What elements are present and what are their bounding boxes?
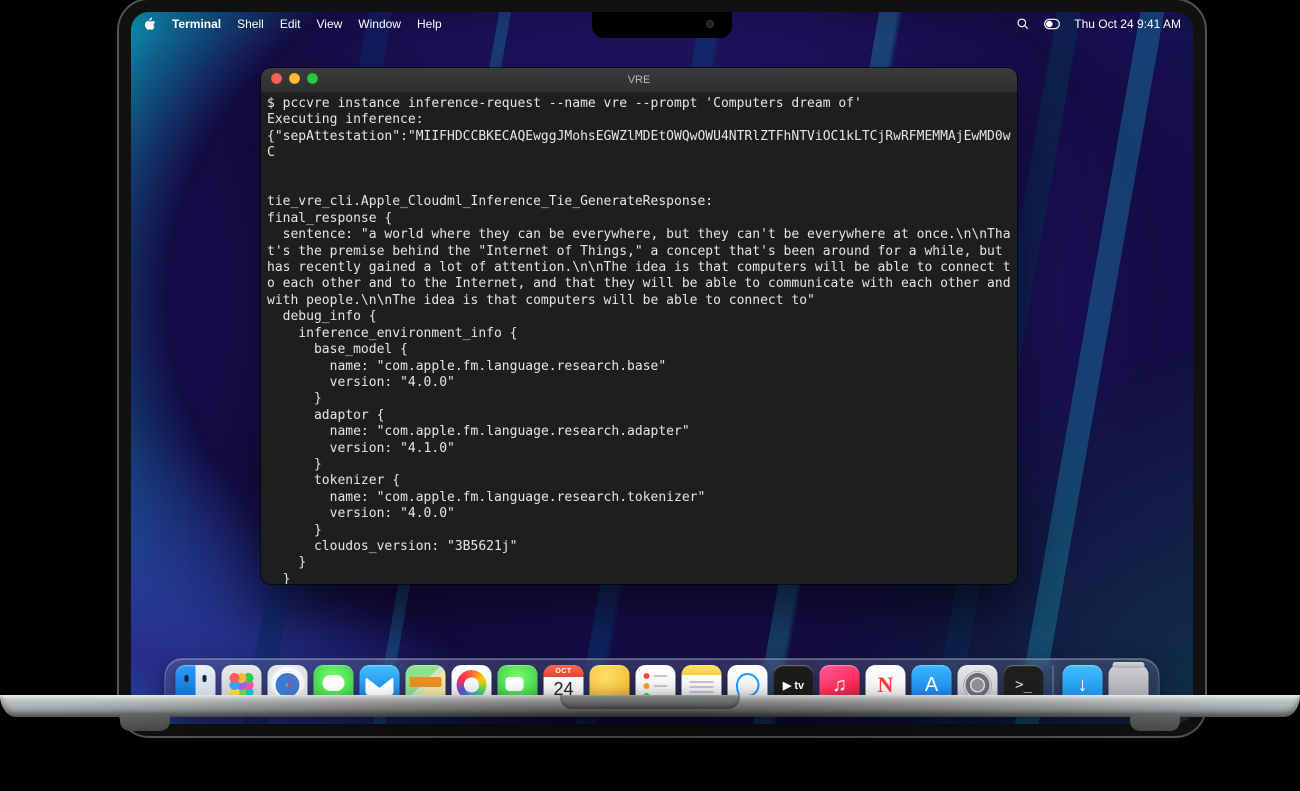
laptop-screen: Terminal Shell Edit View Window Help Thu… (119, 0, 1205, 736)
control-center-icon[interactable] (1044, 18, 1060, 30)
apple-menu-icon[interactable] (143, 17, 156, 31)
terminal-window[interactable]: VRE $ pccvre instance inference-request … (261, 68, 1017, 584)
desktop-wallpaper[interactable]: Terminal Shell Edit View Window Help Thu… (131, 12, 1193, 724)
calendar-month-label: OCT (544, 665, 584, 677)
menubar-item-view[interactable]: View (317, 17, 343, 31)
menubar-item-help[interactable]: Help (417, 17, 442, 31)
menubar-datetime[interactable]: Thu Oct 24 9:41 AM (1074, 17, 1181, 31)
window-zoom-button[interactable] (307, 73, 318, 84)
macbook-frame: Terminal Shell Edit View Window Help Thu… (0, 0, 1300, 791)
terminal-title: VRE (261, 74, 1017, 86)
menubar-item-window[interactable]: Window (358, 17, 401, 31)
terminal-titlebar[interactable]: VRE (261, 68, 1017, 93)
menubar-item-shell[interactable]: Shell (237, 17, 264, 31)
window-minimize-button[interactable] (289, 73, 300, 84)
menubar-item-edit[interactable]: Edit (280, 17, 301, 31)
menubar-app-name[interactable]: Terminal (172, 17, 221, 31)
spotlight-icon[interactable] (1016, 17, 1030, 31)
laptop-base (0, 695, 1300, 717)
terminal-output[interactable]: $ pccvre instance inference-request --na… (261, 92, 1017, 584)
display-notch (592, 12, 732, 38)
window-close-button[interactable] (271, 73, 282, 84)
